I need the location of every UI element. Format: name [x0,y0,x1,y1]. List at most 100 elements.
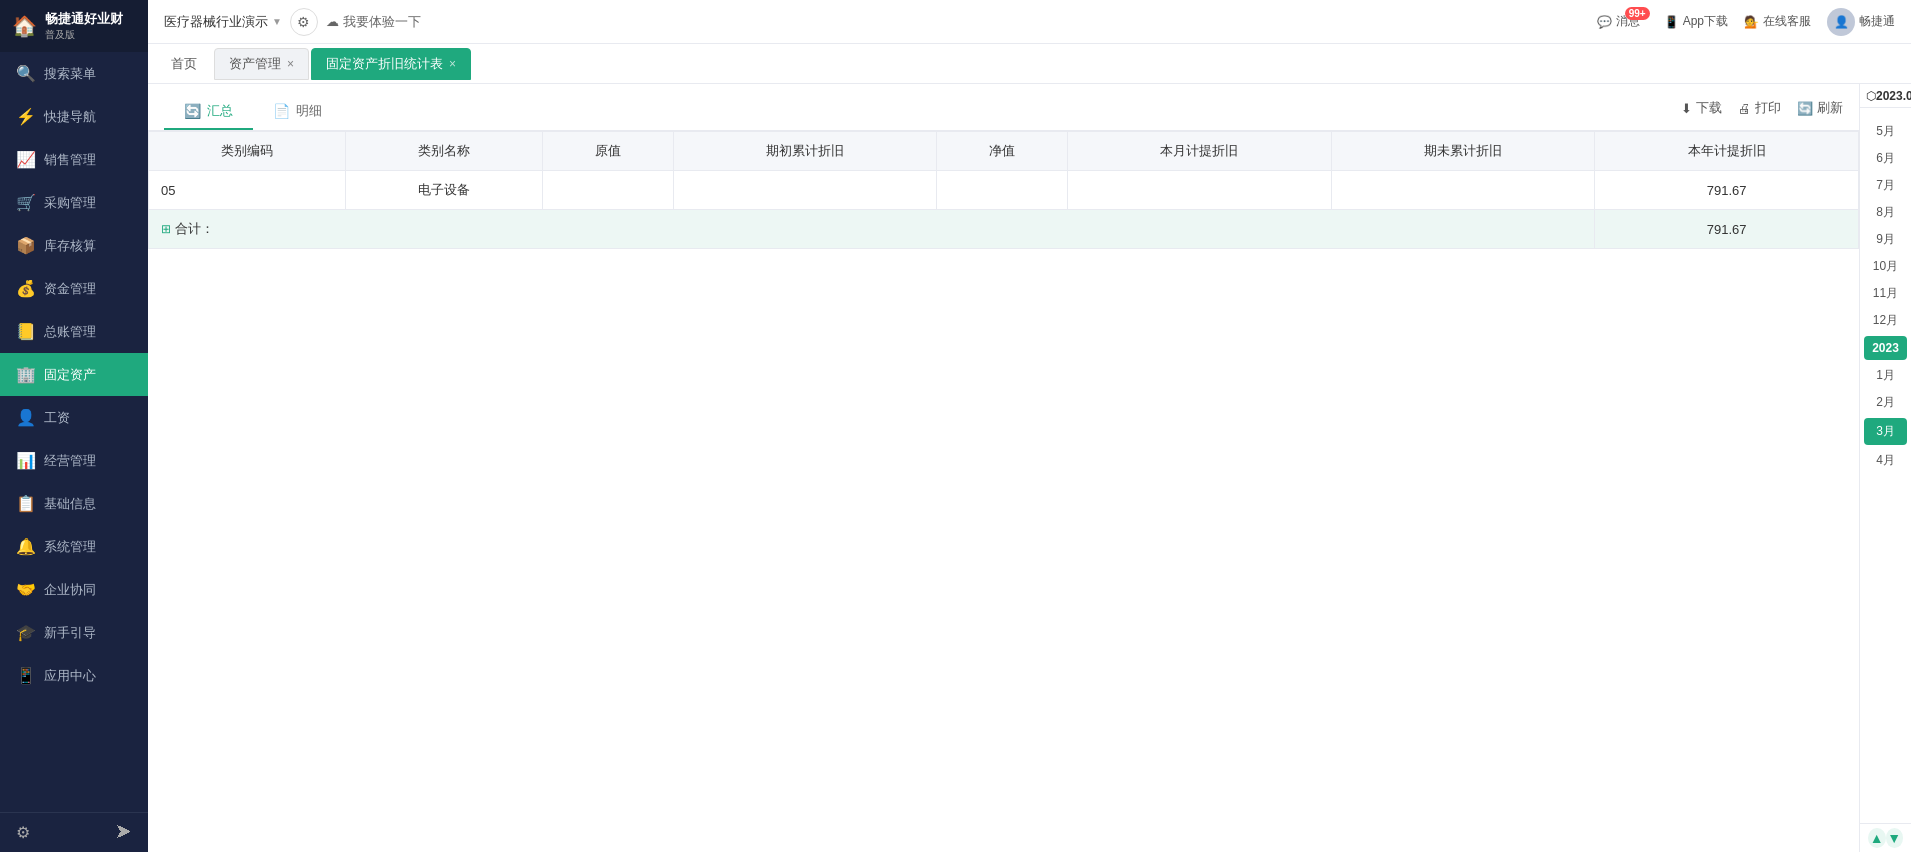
refresh-label: 刷新 [1817,99,1843,117]
sidebar: 🏠 畅捷通好业财 普及版 🔍搜索菜单 ⚡ 快捷导航 📈销售管理 🛒 采购管理 📦库存核算 💰 资… [0,0,148,852]
tab-fixed-assets-depreciation[interactable]: 固定资产折旧统计表 × [311,48,471,80]
sidebar-label-purchase: 采购管理 [44,194,96,212]
experience-btn[interactable]: ☁ 我要体验一下 [326,13,421,31]
summary-label: ⊞合计： [149,210,1595,249]
sidebar-item-inventory[interactable]: 📦库存核算 [0,224,148,267]
col-header-monthly-depreciation: 本月计提折旧 [1067,132,1331,171]
date-month-7月[interactable]: 7月 [1860,172,1911,199]
date-month-10月[interactable]: 10月 [1860,253,1911,280]
summary-tab-icon: 🔄 [184,103,201,119]
table-summary-row: ⊞合计： 791.67 [149,210,1859,249]
fixed-assets-depreciation-tab-label: 固定资产折旧统计表 [326,55,443,73]
sidebar-item-base-info[interactable]: 📋 基础信息 [0,482,148,525]
date-month-12月[interactable]: 12月 [1860,307,1911,334]
online-service-icon: 💁 [1744,15,1759,29]
sub-tab-detail[interactable]: 📄 明细 [253,94,342,130]
sidebar-item-purchase[interactable]: 🛒 采购管理 [0,181,148,224]
refresh-icon: 🔄 [1797,101,1813,116]
col-header-period-end-depreciation: 期未累计折旧 [1331,132,1595,171]
sidebar-item-finance[interactable]: 💰 资金管理 [0,267,148,310]
date-month-2023-4月[interactable]: 4月 [1860,447,1911,474]
sidebar-label-quicknav: 快捷导航 [44,108,96,126]
home-tab-label: 首页 [171,55,197,73]
sidebar-icon-payroll: 👤 [16,408,34,427]
sidebar-item-cooperation[interactable]: 🤝企业协同 [0,568,148,611]
settings-icon[interactable]: ⚙ [16,823,30,842]
company-selector[interactable]: 医疗器械行业演示 ▼ [164,13,282,31]
messages-btn[interactable]: 💬 消息 99+ [1597,13,1640,30]
date-sidebar-expand-icon[interactable]: ⬡ [1866,89,1876,103]
sidebar-label-system: 系统管理 [44,538,96,556]
date-month-2023-1月[interactable]: 1月 [1860,362,1911,389]
date-next-btn[interactable]: ▼ [1886,828,1904,848]
sidebar-icon-base-info: 📋 [16,494,34,513]
sidebar-item-app-center[interactable]: 📱应用中心 [0,654,148,697]
sidebar-label-base-info: 基础信息 [44,495,96,513]
date-month-5月[interactable]: 5月 [1860,118,1911,145]
sidebar-item-search[interactable]: 🔍搜索菜单 [0,52,148,95]
sidebar-icon-purchase: 🛒 [16,193,34,212]
download-btn[interactable]: ⬇ 下载 [1681,99,1722,117]
download-icon: ⬇ [1681,101,1692,116]
app-download-label: App下载 [1683,13,1728,30]
sidebar-item-ledger[interactable]: 📒 总账管理 [0,310,148,353]
date-sidebar: ⬡ 2023.03 ✕ 5月6月7月8月9月10月11月12月20231月2月3… [1859,84,1911,852]
sidebar-item-quicknav[interactable]: ⚡ 快捷导航 [0,95,148,138]
date-month-8月[interactable]: 8月 [1860,199,1911,226]
tab-home[interactable]: 首页 [156,48,212,80]
online-service-btn[interactable]: 💁 在线客服 [1744,13,1811,30]
date-month-11月[interactable]: 11月 [1860,280,1911,307]
sidebar-icon-system: 🔔 [16,537,34,556]
col-header-net-value: 净值 [937,132,1068,171]
app-download-btn[interactable]: 📱 App下载 [1664,13,1728,30]
date-month-9月[interactable]: 9月 [1860,226,1911,253]
tab-asset-management[interactable]: 资产管理 × [214,48,309,80]
sidebar-item-payroll[interactable]: 👤 工资 [0,396,148,439]
asset-management-tab-close[interactable]: × [287,57,294,71]
sidebar-item-operations[interactable]: 📊 经营管理 [0,439,148,482]
sidebar-item-system[interactable]: 🔔 系统管理 [0,525,148,568]
app-edition: 普及版 [45,28,123,42]
sidebar-item-sales[interactable]: 📈销售管理 [0,138,148,181]
sidebar-label-operations: 经营管理 [44,452,96,470]
date-prev-btn[interactable]: ▲ [1868,828,1886,848]
sidebar-icon-finance: 💰 [16,279,34,298]
depreciation-table: 类别编码 类别名称 原值 期初累计折旧 净值 本月计提折旧 期未累计折旧 本年计… [148,131,1859,249]
col-header-annual-depreciation: 本年计提折旧 [1595,132,1859,171]
cell-period-end-depreciation [1331,171,1595,210]
topbar-settings-btn[interactable]: ⚙ [290,8,318,36]
table-header-row: 类别编码 类别名称 原值 期初累计折旧 净值 本月计提折旧 期未累计折旧 本年计… [149,132,1859,171]
date-year-2023-tag[interactable]: 2023 [1864,336,1907,360]
sidebar-icon-inventory: 📦 [16,236,34,255]
refresh-btn[interactable]: 🔄 刷新 [1797,99,1843,117]
date-month-2023-3月[interactable]: 3月 [1864,418,1907,445]
fixed-assets-depreciation-tab-close[interactable]: × [449,57,456,71]
cell-monthly-depreciation [1067,171,1331,210]
sub-tab-summary[interactable]: 🔄 汇总 [164,94,253,130]
table-row: 05 电子设备 791.67 [149,171,1859,210]
sidebar-icon-quicknav: ⚡ [16,107,34,126]
tabs-bar: 首页 资产管理 × 固定资产折旧统计表 × [148,44,1911,84]
app-logo: 🏠 畅捷通好业财 普及版 [0,0,148,52]
sidebar-icon-operations: 📊 [16,451,34,470]
sidebar-label-payroll: 工资 [44,409,70,427]
sidebar-item-fixed-assets[interactable]: 🏢固定资产 [0,353,148,396]
date-month-6月[interactable]: 6月 [1860,145,1911,172]
print-btn[interactable]: 🖨 打印 [1738,99,1781,117]
username: 畅捷通 [1859,13,1895,30]
collapse-icon[interactable]: ⮞ [116,824,132,842]
print-icon: 🖨 [1738,101,1751,116]
sidebar-item-guide[interactable]: 🎓新手引导 [0,611,148,654]
avatar: 👤 [1827,8,1855,36]
online-service-label: 在线客服 [1763,13,1811,30]
sidebar-label-finance: 资金管理 [44,280,96,298]
detail-tab-label: 明细 [296,102,322,120]
date-month-2023-2月[interactable]: 2月 [1860,389,1911,416]
date-sidebar-title: 2023.03 [1876,89,1911,103]
sidebar-label-ledger: 总账管理 [44,323,96,341]
sidebar-icon-ledger: 📒 [16,322,34,341]
col-header-initial-depreciation: 期初累计折旧 [673,132,937,171]
table-wrapper: 类别编码 类别名称 原值 期初累计折旧 净值 本月计提折旧 期未累计折旧 本年计… [148,131,1859,852]
print-label: 打印 [1755,99,1781,117]
topbar: 医疗器械行业演示 ▼ ⚙ ☁ 我要体验一下 💬 消息 99+ 📱 App下载 [148,0,1911,44]
